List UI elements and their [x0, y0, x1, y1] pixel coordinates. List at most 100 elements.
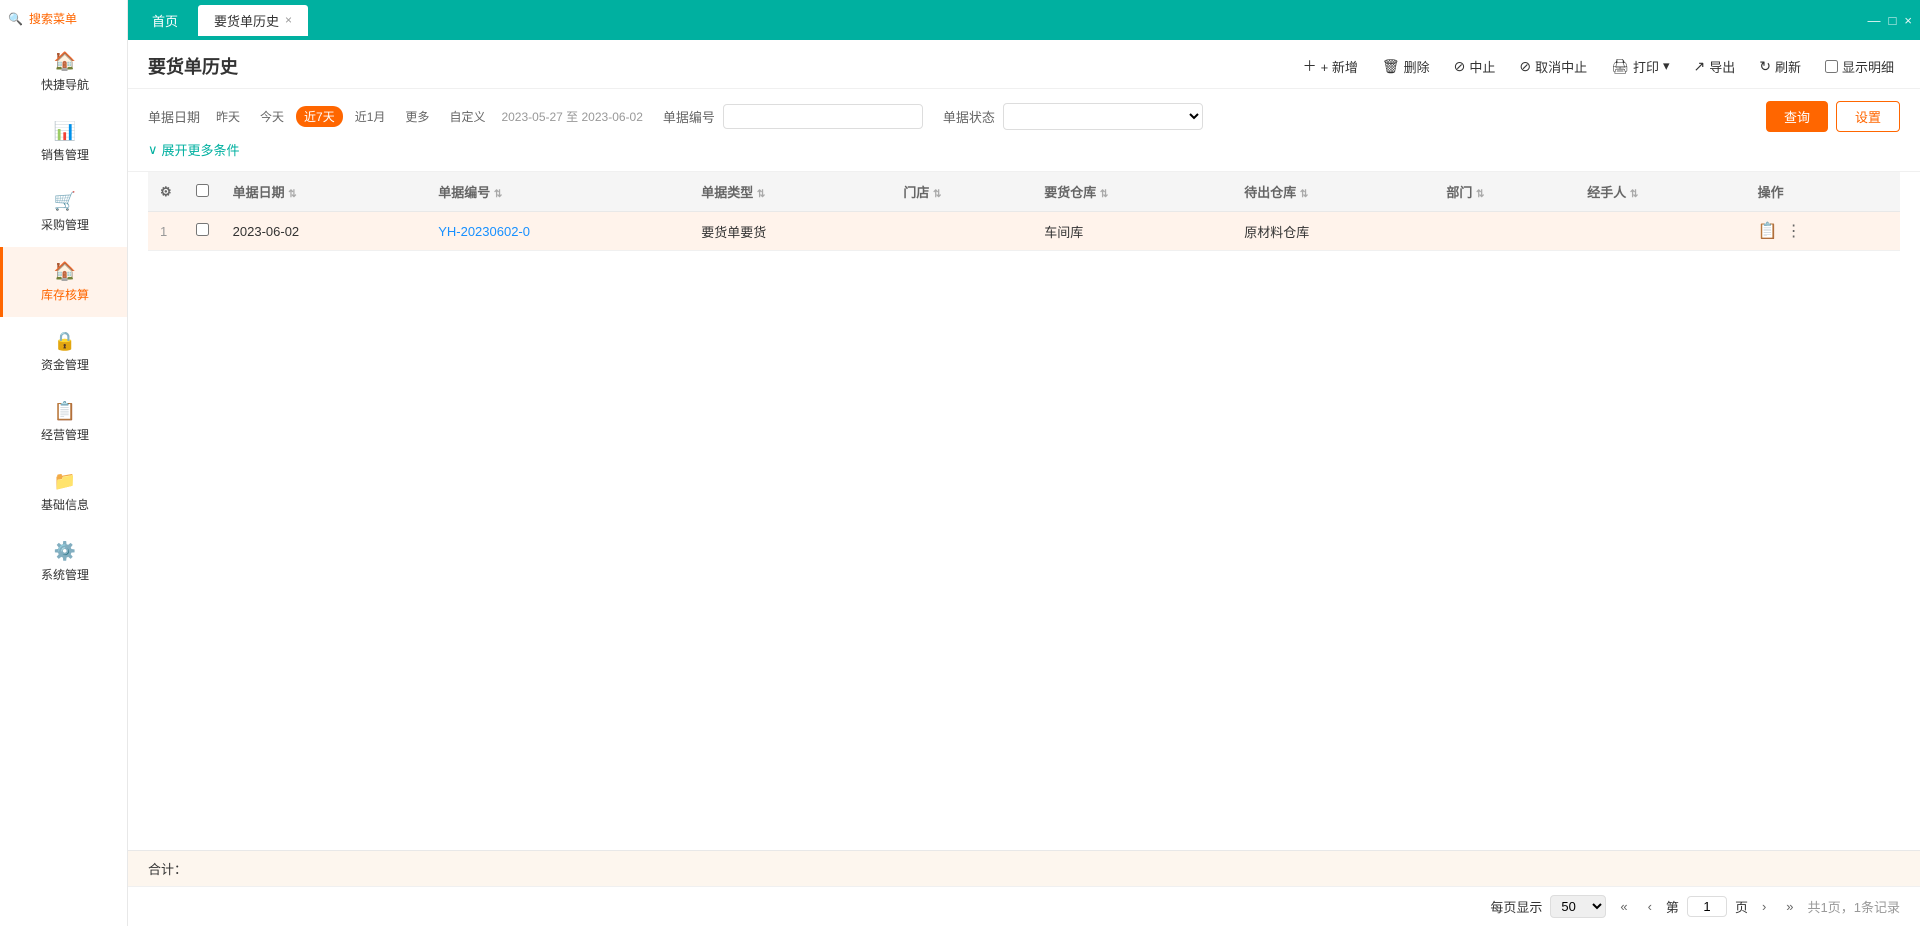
status-label: 单据状态: [943, 107, 995, 126]
action-icons: 📋 ⋮: [1758, 221, 1888, 241]
main-area: 首页 要货单历史 × — □ × 要货单历史 ＋ + 新增 🗑 删除: [128, 0, 1920, 926]
page-size-select[interactable]: 20 50 100: [1550, 895, 1606, 918]
date-filter-label: 单据日期: [148, 107, 200, 126]
new-button[interactable]: ＋ + 新增: [1297, 52, 1364, 80]
order-no-link[interactable]: YH-20230602-0: [438, 224, 530, 239]
date-btn-custom[interactable]: 自定义: [441, 106, 493, 127]
detail-checkbox-input[interactable]: [1825, 60, 1838, 73]
cell-order-no: YH-20230602-0: [426, 212, 689, 251]
date-btn-1month[interactable]: 近1月: [347, 106, 394, 127]
sort-pendwh-icon[interactable]: ⇅: [1300, 189, 1308, 200]
sidebar-item-finance[interactable]: 🔒 资金管理: [0, 317, 127, 387]
edit-action-icon[interactable]: 📋: [1758, 221, 1778, 241]
select-all-checkbox[interactable]: [196, 184, 209, 197]
date-btn-yesterday[interactable]: 昨天: [208, 106, 248, 127]
last-page-button[interactable]: »: [1780, 897, 1799, 916]
export-button[interactable]: ↗ 导出: [1687, 53, 1741, 80]
footer-label: 合计：: [148, 862, 187, 877]
sidebar-item-quick-nav[interactable]: 🏠 快捷导航: [0, 37, 127, 107]
sidebar-item-label: 资金管理: [41, 356, 89, 373]
data-table: ⚙ 单据日期 ⇅ 单据编号 ⇅ 单据类型: [148, 172, 1900, 251]
first-page-button[interactable]: «: [1614, 897, 1633, 916]
col-req-warehouse: 要货仓库 ⇅: [1032, 172, 1232, 212]
sidebar-search-label: 搜索菜单: [29, 10, 77, 27]
row-checkbox[interactable]: [196, 223, 209, 236]
topbar: 首页 要货单历史 × — □ ×: [128, 0, 1920, 40]
cancel-suspend-button[interactable]: ⊘ 取消中止: [1513, 53, 1593, 80]
sidebar-search[interactable]: 🔍 搜索菜单: [0, 0, 127, 37]
cell-date: 2023-06-02: [221, 212, 427, 251]
sort-orderno-icon[interactable]: ⇅: [494, 189, 502, 200]
sidebar-item-system[interactable]: ⚙️ 系统管理: [0, 527, 127, 597]
inventory-icon: 🏠: [54, 261, 76, 282]
sort-type-icon[interactable]: ⇅: [757, 189, 765, 200]
cell-dept: [1434, 212, 1575, 251]
order-no-input[interactable]: [723, 104, 923, 129]
cell-req-warehouse: 车间库: [1032, 212, 1232, 251]
sort-reqwh-icon[interactable]: ⇅: [1100, 189, 1108, 200]
query-button[interactable]: 查询: [1766, 101, 1828, 132]
cell-pending-warehouse: 原材料仓库: [1232, 212, 1434, 251]
add-icon: ＋: [1303, 56, 1317, 76]
status-select[interactable]: [1003, 103, 1203, 130]
sidebar-item-operations[interactable]: 📋 经营管理: [0, 387, 127, 457]
maximize-button[interactable]: □: [1889, 13, 1897, 28]
settings-button[interactable]: 设置: [1836, 101, 1900, 132]
chevron-down-icon: ∨: [148, 142, 158, 158]
filter-row-1: 单据日期 昨天 今天 近7天 近1月 更多 自定义 2023-05-27 至 2…: [148, 101, 1900, 132]
page-suffix: 页: [1735, 897, 1748, 916]
col-action: 操作: [1746, 172, 1900, 212]
tab-home[interactable]: 首页: [136, 5, 194, 36]
col-date: 单据日期 ⇅: [221, 172, 427, 212]
search-icon: 🔍: [8, 12, 23, 26]
date-btn-more[interactable]: 更多: [397, 106, 437, 127]
suspend-button[interactable]: ⊘ 中止: [1448, 53, 1502, 80]
prev-page-button[interactable]: ‹: [1642, 897, 1658, 916]
sort-store-icon[interactable]: ⇅: [933, 189, 941, 200]
col-handler: 经手人 ⇅: [1575, 172, 1745, 212]
table-footer: 合计：: [128, 850, 1920, 886]
delete-icon: 🗑: [1382, 58, 1400, 75]
print-button[interactable]: 🖨 打印 ▾: [1605, 53, 1675, 80]
show-detail-checkbox[interactable]: 显示明细: [1819, 53, 1900, 80]
sidebar-item-purchase[interactable]: 🛒 采购管理: [0, 177, 127, 247]
table-area: ⚙ 单据日期 ⇅ 单据编号 ⇅ 单据类型: [128, 172, 1920, 850]
date-range-display: 2023-05-27 至 2023-06-02: [501, 108, 642, 125]
delete-button[interactable]: 🗑 删除: [1376, 53, 1436, 80]
date-filter-group: 单据日期 昨天 今天 近7天 近1月 更多 自定义 2023-05-27 至 2…: [148, 106, 643, 127]
finance-icon: 🔒: [54, 331, 76, 352]
sidebar-item-inventory[interactable]: 🏠 库存核算: [0, 247, 127, 317]
col-pending-warehouse: 待出仓库 ⇅: [1232, 172, 1434, 212]
sidebar-item-base[interactable]: 📁 基础信息: [0, 457, 127, 527]
refresh-button[interactable]: ↻ 刷新: [1753, 53, 1807, 80]
sidebar: 🔍 搜索菜单 🏠 快捷导航 📊 销售管理 🛒 采购管理 🏠 库存核算 🔒 资金管…: [0, 0, 128, 926]
page-number-input[interactable]: [1687, 896, 1727, 917]
page-size-label: 每页显示: [1490, 897, 1542, 916]
status-filter-group: 单据状态: [943, 103, 1203, 130]
suspend-icon: ⊘: [1454, 58, 1466, 75]
refresh-icon: ↻: [1759, 58, 1771, 75]
more-action-icon[interactable]: ⋮: [1786, 221, 1802, 241]
cell-handler: [1575, 212, 1745, 251]
base-icon: 📁: [54, 471, 76, 492]
close-button[interactable]: ×: [1904, 13, 1912, 28]
sidebar-item-label: 基础信息: [41, 496, 89, 513]
filter-area: 单据日期 昨天 今天 近7天 近1月 更多 自定义 2023-05-27 至 2…: [128, 89, 1920, 172]
col-settings[interactable]: ⚙: [148, 172, 184, 212]
sort-date-icon[interactable]: ⇅: [288, 189, 296, 200]
sidebar-item-sales[interactable]: 📊 销售管理: [0, 107, 127, 177]
next-page-button[interactable]: ›: [1756, 897, 1772, 916]
print-dropdown-icon: ▾: [1663, 58, 1670, 74]
sort-dept-icon[interactable]: ⇅: [1476, 189, 1484, 200]
expand-filter-button[interactable]: ∨ 展开更多条件: [148, 140, 1900, 159]
sidebar-item-label: 销售管理: [41, 146, 89, 163]
sort-handler-icon[interactable]: ⇅: [1630, 189, 1638, 200]
date-btn-7days[interactable]: 近7天: [296, 106, 343, 127]
pagination: 每页显示 20 50 100 « ‹ 第 页 › » 共1页，1条记录: [128, 886, 1920, 926]
minimize-button[interactable]: —: [1868, 13, 1881, 28]
sidebar-item-label: 经营管理: [41, 426, 89, 443]
tab-close-icon[interactable]: ×: [285, 13, 292, 27]
tab-requisition[interactable]: 要货单历史 ×: [198, 5, 308, 36]
date-btn-today[interactable]: 今天: [252, 106, 292, 127]
total-info: 共1页，1条记录: [1808, 897, 1900, 916]
